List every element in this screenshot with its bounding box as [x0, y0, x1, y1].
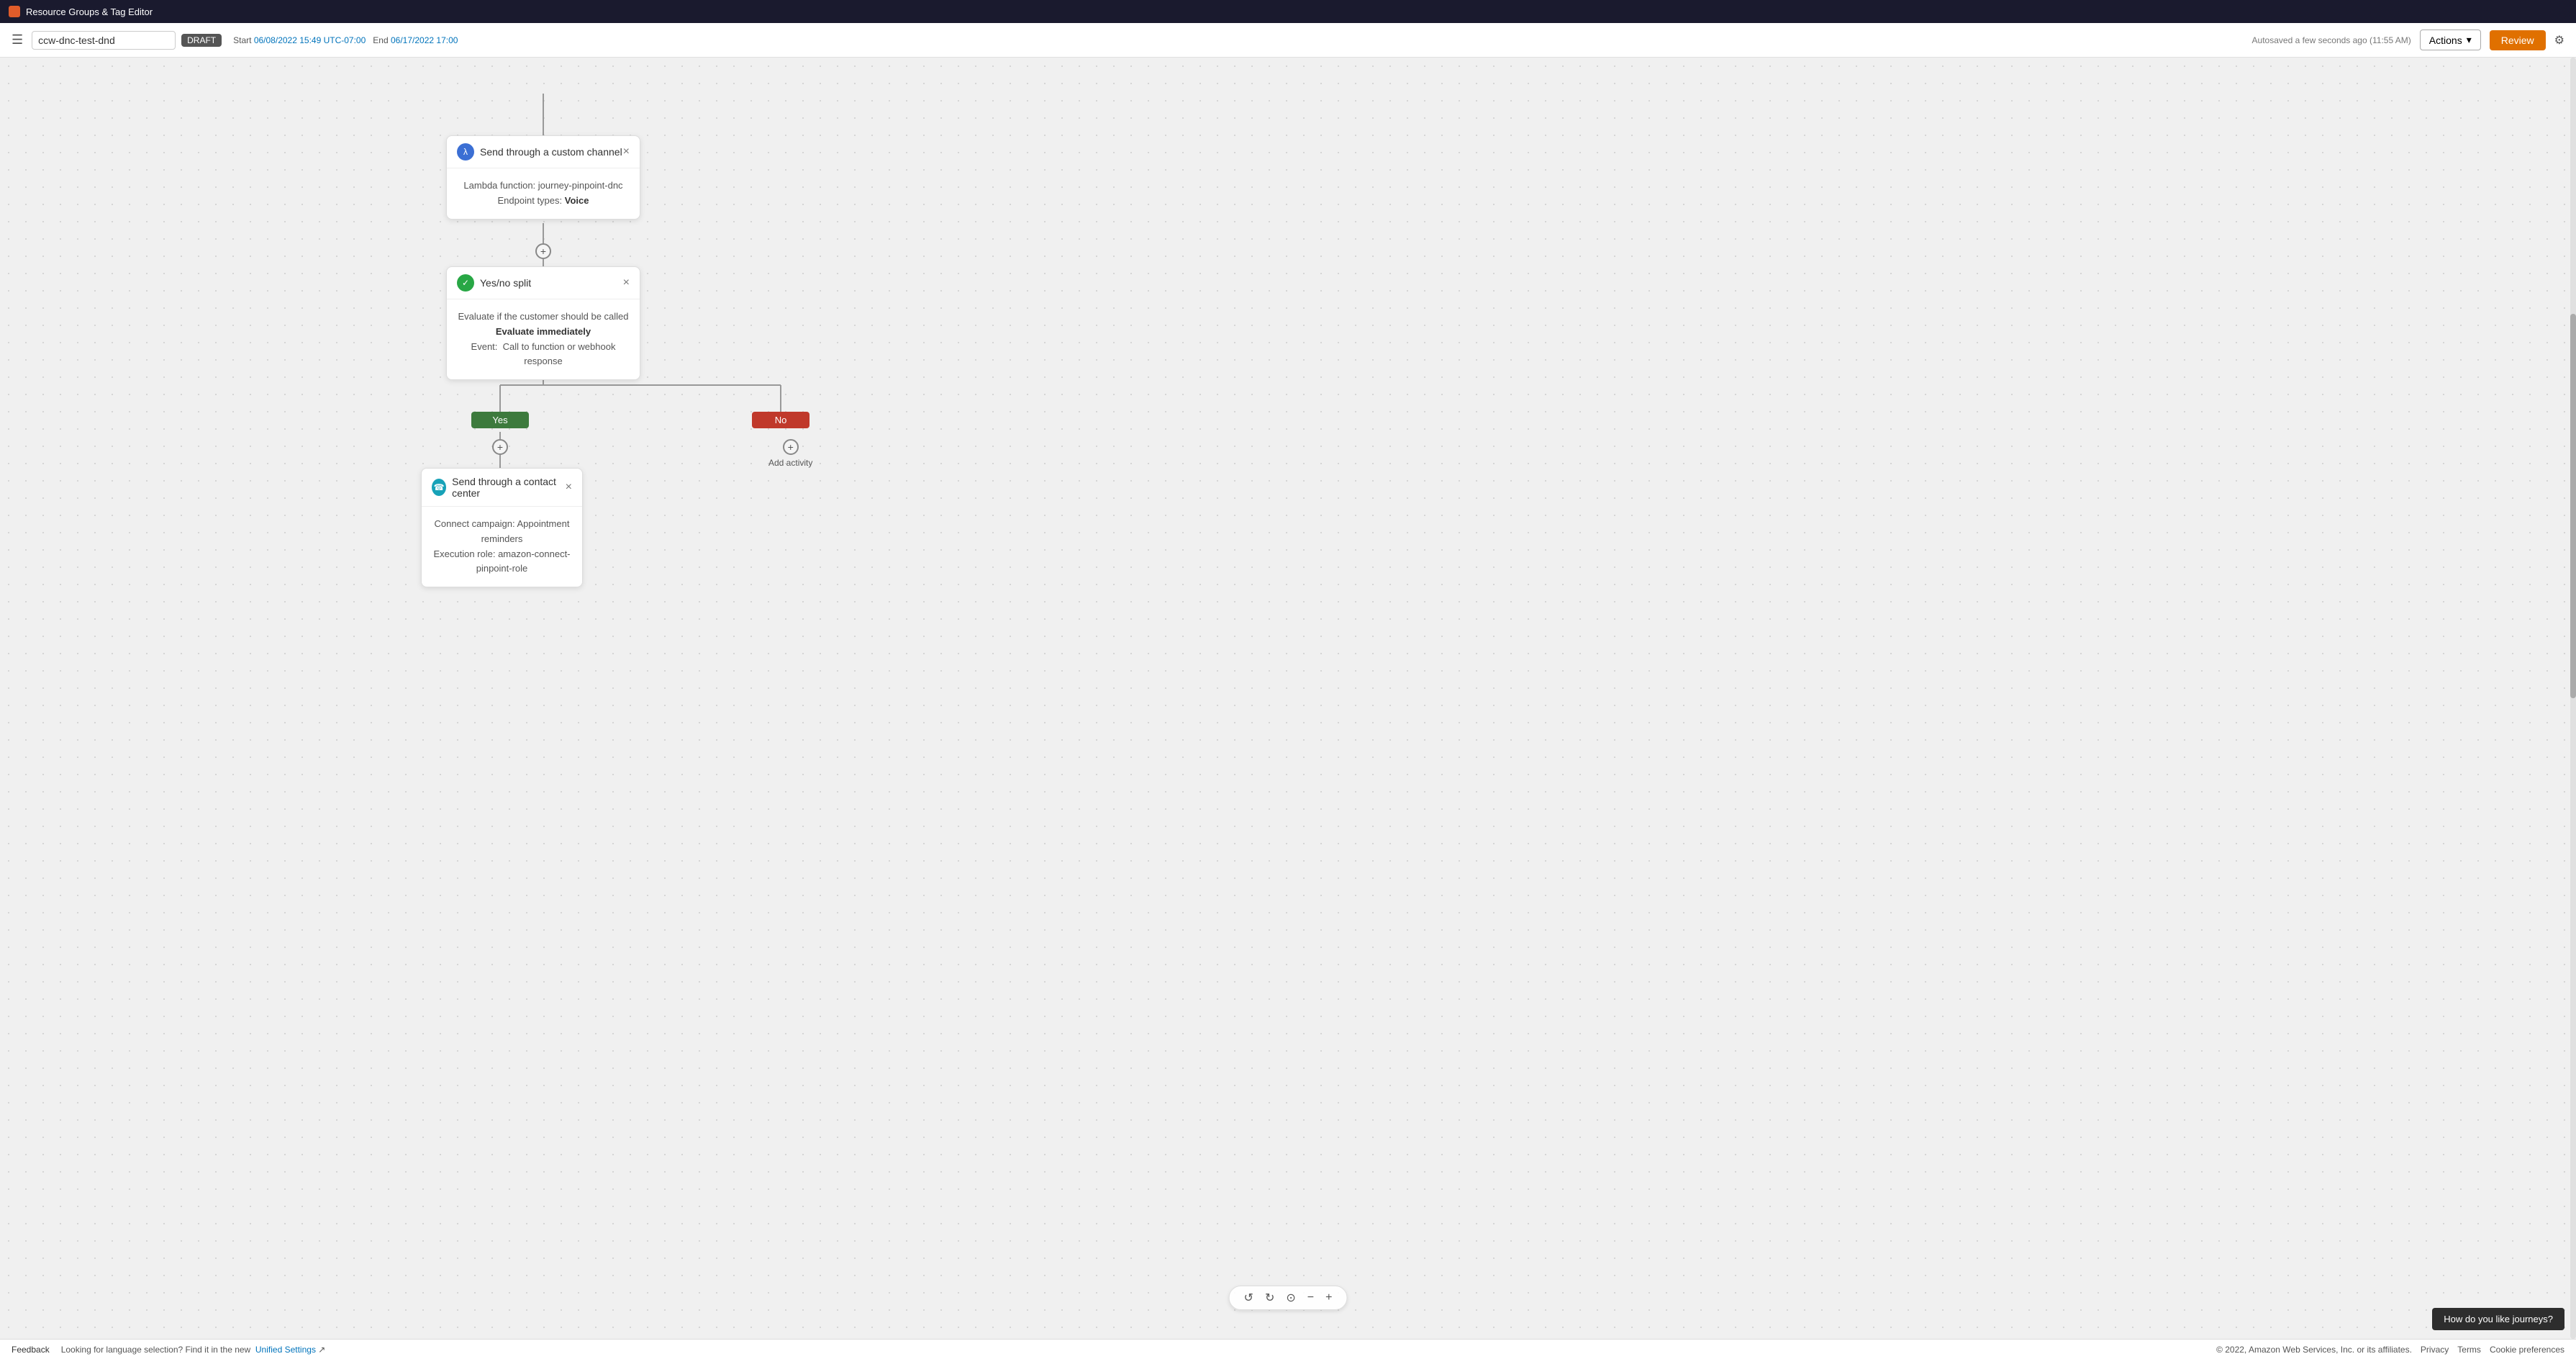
date-info: Start 06/08/2022 15:49 UTC-07:00 End 06/… [233, 35, 458, 45]
menu-icon[interactable]: ☰ [12, 32, 23, 48]
contact-center-header: ☎ Send through a contact center × [422, 469, 582, 507]
lambda-icon: λ [457, 143, 474, 161]
journey-name-input[interactable] [32, 31, 176, 50]
lambda-function: Lambda function: journey-pinpoint-dnc [457, 179, 630, 194]
yes-no-description: Evaluate if the customer should be calle… [457, 310, 630, 325]
fit-button[interactable]: ⊙ [1286, 1291, 1295, 1305]
yes-no-header: ✓ Yes/no split × [447, 267, 640, 299]
topbar-title: Resource Groups & Tag Editor [26, 6, 153, 17]
start-label: Start [233, 35, 251, 45]
custom-channel-title: Send through a custom channel [480, 146, 622, 158]
plus-btn-1[interactable]: + [535, 243, 551, 259]
yes-no-body: Evaluate if the customer should be calle… [447, 299, 640, 379]
event-info: Event: Call to function or webhook respo… [457, 340, 630, 370]
scrollbar-right[interactable] [2570, 58, 2576, 1339]
unified-settings-link[interactable]: Unified Settings [255, 1345, 316, 1355]
chevron-down-icon: ▾ [2467, 34, 2472, 46]
contact-header-group: ☎ Send through a contact center [432, 476, 566, 499]
actions-button[interactable]: Actions ▾ [2420, 30, 2481, 50]
feedback-toast: How do you like journeys? [2432, 1308, 2564, 1330]
endpoint-types: Endpoint types: Voice [457, 194, 630, 209]
actions-label: Actions [2429, 35, 2462, 46]
plus-btn-yes[interactable]: + [492, 439, 508, 455]
bottombar: Feedback Looking for language selection?… [0, 1339, 2576, 1359]
custom-channel-close[interactable]: × [623, 146, 630, 158]
topbar: Resource Groups & Tag Editor [0, 0, 2576, 23]
autosaved-text: Autosaved a few seconds ago (11:55 AM) [2252, 35, 2411, 45]
yes-no-close[interactable]: × [623, 277, 630, 289]
app-logo [9, 6, 20, 17]
contact-center-title: Send through a contact center [452, 476, 566, 499]
header: ☰ DRAFT Start 06/08/2022 15:49 UTC-07:00… [0, 23, 2576, 58]
custom-channel-card: λ Send through a custom channel × Lambda… [446, 135, 640, 220]
info-text: Looking for language selection? Find it … [61, 1345, 326, 1355]
evaluate-label: Evaluate immediately [496, 326, 591, 337]
yes-no-title-group: ✓ Yes/no split [457, 274, 531, 292]
canvas: λ Send through a custom channel × Lambda… [0, 58, 2576, 1339]
start-date[interactable]: 06/08/2022 15:49 UTC-07:00 [254, 35, 366, 45]
add-activity-no[interactable]: + Add activity [768, 439, 812, 468]
check-icon: ✓ [457, 274, 474, 292]
copyright: © 2022, Amazon Web Services, Inc. or its… [2216, 1345, 2412, 1355]
privacy-link[interactable]: Privacy [2421, 1345, 2449, 1355]
undo-button[interactable]: ↺ [1244, 1291, 1253, 1305]
yes-branch-label[interactable]: Yes [471, 412, 529, 428]
cookie-link[interactable]: Cookie preferences [2490, 1345, 2564, 1355]
review-button[interactable]: Review [2490, 30, 2546, 50]
connect-campaign: Connect campaign: Appointment reminders [432, 517, 572, 547]
add-circle-icon: + [783, 439, 799, 455]
yes-no-title: Yes/no split [480, 277, 531, 289]
zoom-out-button[interactable]: − [1307, 1291, 1314, 1304]
add-activity-label: Add activity [768, 458, 812, 468]
custom-channel-body: Lambda function: journey-pinpoint-dnc En… [447, 168, 640, 219]
yes-no-card: ✓ Yes/no split × Evaluate if the custome… [446, 266, 640, 380]
terms-link[interactable]: Terms [2457, 1345, 2481, 1355]
contact-icon: ☎ [432, 479, 446, 496]
feedback-link[interactable]: Feedback [12, 1345, 50, 1355]
custom-channel-header: λ Send through a custom channel × [447, 136, 640, 168]
footer-links: © 2022, Amazon Web Services, Inc. or its… [2216, 1345, 2564, 1355]
flow-connectors [0, 58, 2576, 1339]
external-link-icon: ↗ [318, 1345, 325, 1355]
header-right: Autosaved a few seconds ago (11:55 AM) A… [2252, 30, 2564, 50]
card-title-group: λ Send through a custom channel [457, 143, 622, 161]
contact-center-card: ☎ Send through a contact center × Connec… [421, 468, 583, 587]
settings-icon[interactable]: ⚙ [2554, 33, 2564, 48]
no-branch-label[interactable]: No [752, 412, 809, 428]
draft-badge: DRAFT [181, 34, 222, 47]
canvas-toolbar: ↺ ↻ ⊙ − + [1229, 1286, 1348, 1310]
contact-center-body: Connect campaign: Appointment reminders … [422, 507, 582, 587]
execution-role: Execution role: amazon-connect-pinpoint-… [432, 547, 572, 577]
zoom-in-button[interactable]: + [1325, 1291, 1332, 1304]
redo-button[interactable]: ↻ [1265, 1291, 1274, 1305]
end-label: End [373, 35, 388, 45]
end-date[interactable]: 06/17/2022 17:00 [391, 35, 458, 45]
scrollbar-thumb[interactable] [2570, 314, 2576, 698]
contact-center-close[interactable]: × [566, 482, 572, 493]
